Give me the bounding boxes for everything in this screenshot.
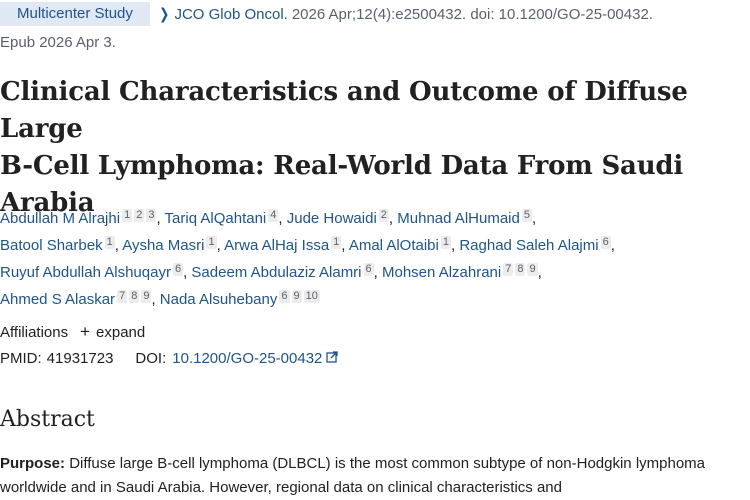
affiliation-number[interactable]: 2 [378,209,389,222]
affiliation-number[interactable]: 3 [146,209,157,222]
affiliation-number[interactable]: 8 [515,263,526,276]
journal-citation: ❯ JCO Glob Oncol. 2026 Apr;12(4):e250043… [158,5,653,24]
pmid-value: 41931723 [46,350,114,367]
author-link[interactable]: Batool Sharbek [0,237,103,254]
author-link[interactable]: Tariq AlQahtani [165,210,267,227]
author-link[interactable]: Aysha Masri [122,237,204,254]
affiliation-number[interactable]: 1 [331,236,342,249]
chevron-right-icon: ❯ [159,6,170,23]
article-title: Clinical Characteristics and Outcome of … [0,74,750,222]
citation-text: 2026 Apr;12(4):e2500432. doi: 10.1200/GO… [291,5,653,23]
author-link[interactable]: Arwa AlHaj Issa [224,237,329,254]
author-link[interactable]: Mohsen Alzahrani [382,264,501,281]
affiliation-number[interactable]: 1 [122,209,133,222]
author-entry: Batool Sharbek 1, [0,236,123,254]
affiliation-number[interactable]: 4 [268,209,279,222]
author-link[interactable]: Nada Alsuhebany [160,291,278,308]
affiliation-number[interactable]: 8 [129,290,140,303]
affiliation-number[interactable]: 9 [291,290,302,303]
affiliation-number[interactable]: 7 [117,290,128,303]
author-entry: Sadeem Abdulaziz Alamri 6, [191,263,382,281]
doi-link[interactable]: 10.1200/GO-25-00432 [172,350,322,367]
affiliation-number[interactable]: 5 [521,209,532,222]
affiliation-number[interactable]: 10 [303,290,320,303]
affiliation-number[interactable]: 1 [206,236,217,249]
author-link[interactable]: Abdullah M Alrajhi [0,210,120,227]
author-entry: Nada Alsuhebany 6 9 10 [160,290,320,308]
affiliations-row: Affiliations + expand [0,322,145,342]
author-entry: Jude Howaidi 2, [286,209,398,227]
author-entry: Abdullah M Alrajhi 1 2 3, [0,209,165,227]
plus-icon[interactable]: + [80,322,90,342]
author-entry: Muhnad AlHumaid 5, [397,209,537,227]
affiliation-number[interactable]: 2 [134,209,145,222]
title-line-2: B-Cell Lymphoma: Real-World Data From Sa… [0,151,684,181]
author-link[interactable]: Sadeem Abdulaziz Alamri [191,264,361,281]
affiliation-number[interactable]: 6 [363,263,374,276]
pmid-label: PMID: [0,350,42,367]
identifiers-row: PMID: 41931723 DOI: 10.1200/GO-25-00432 [0,350,339,367]
author-entry: Ahmed S Alaskar 7 8 9, [0,290,160,308]
epub-date: Epub 2026 Apr 3. [0,34,116,51]
author-entry: Amal AlOtaibi 1, [348,236,460,254]
affiliation-number[interactable]: 7 [503,263,514,276]
doi-label: DOI: [135,350,167,367]
author-link[interactable]: Amal AlOtaibi [349,237,439,254]
affiliation-number[interactable]: 6 [279,290,290,303]
author-link[interactable]: Muhnad AlHumaid [397,210,520,227]
author-entry: Mohsen Alzahrani 7 8 9, [381,263,542,281]
external-link-icon[interactable] [326,350,339,367]
affiliation-number[interactable]: 1 [104,236,115,249]
author-link[interactable]: Ruyuf Abdullah Alshuqayr [0,264,171,281]
affiliation-number[interactable]: 9 [141,290,152,303]
affiliation-number[interactable]: 6 [600,236,611,249]
abstract-text: Purpose: Diffuse large B-cell lymphoma (… [0,452,748,500]
author-link[interactable]: Ahmed S Alaskar [0,291,115,308]
affiliation-number[interactable]: 6 [172,263,184,276]
journal-link[interactable]: JCO Glob Oncol. [174,6,287,23]
abstract-heading: Abstract [0,407,95,432]
author-entry: Aysha Masri 1, [122,236,225,254]
author-link[interactable]: Raghad Saleh Alajmi [459,237,598,254]
publication-type-badge[interactable]: Multicenter Study [0,2,150,26]
author-entry: Raghad Saleh Alajmi 6, [459,236,615,254]
author-link[interactable]: Jude Howaidi [287,210,377,227]
author-entry: Ruyuf Abdullah Alshuqayr 6, [0,263,192,281]
article-header-line: Multicenter Study ❯ JCO Glob Oncol. 2026… [0,2,653,26]
author-list: Abdullah M Alrajhi 1 2 3, Tariq AlQahtani 4,… [0,205,748,313]
purpose-label: Purpose: [0,455,66,472]
author-entry: Arwa AlHaj Issa 1, [224,236,349,254]
affiliations-label: Affiliations [0,323,69,341]
purpose-text: Diffuse large B-cell lymphoma (DLBCL) is… [0,455,706,496]
affiliation-number[interactable]: 9 [527,263,538,276]
title-line-1: Clinical Characteristics and Outcome of … [0,77,688,144]
affiliations-expand-toggle[interactable]: expand [96,324,145,341]
affiliation-number[interactable]: 1 [440,236,451,249]
author-entry: Tariq AlQahtani 4, [164,209,287,227]
